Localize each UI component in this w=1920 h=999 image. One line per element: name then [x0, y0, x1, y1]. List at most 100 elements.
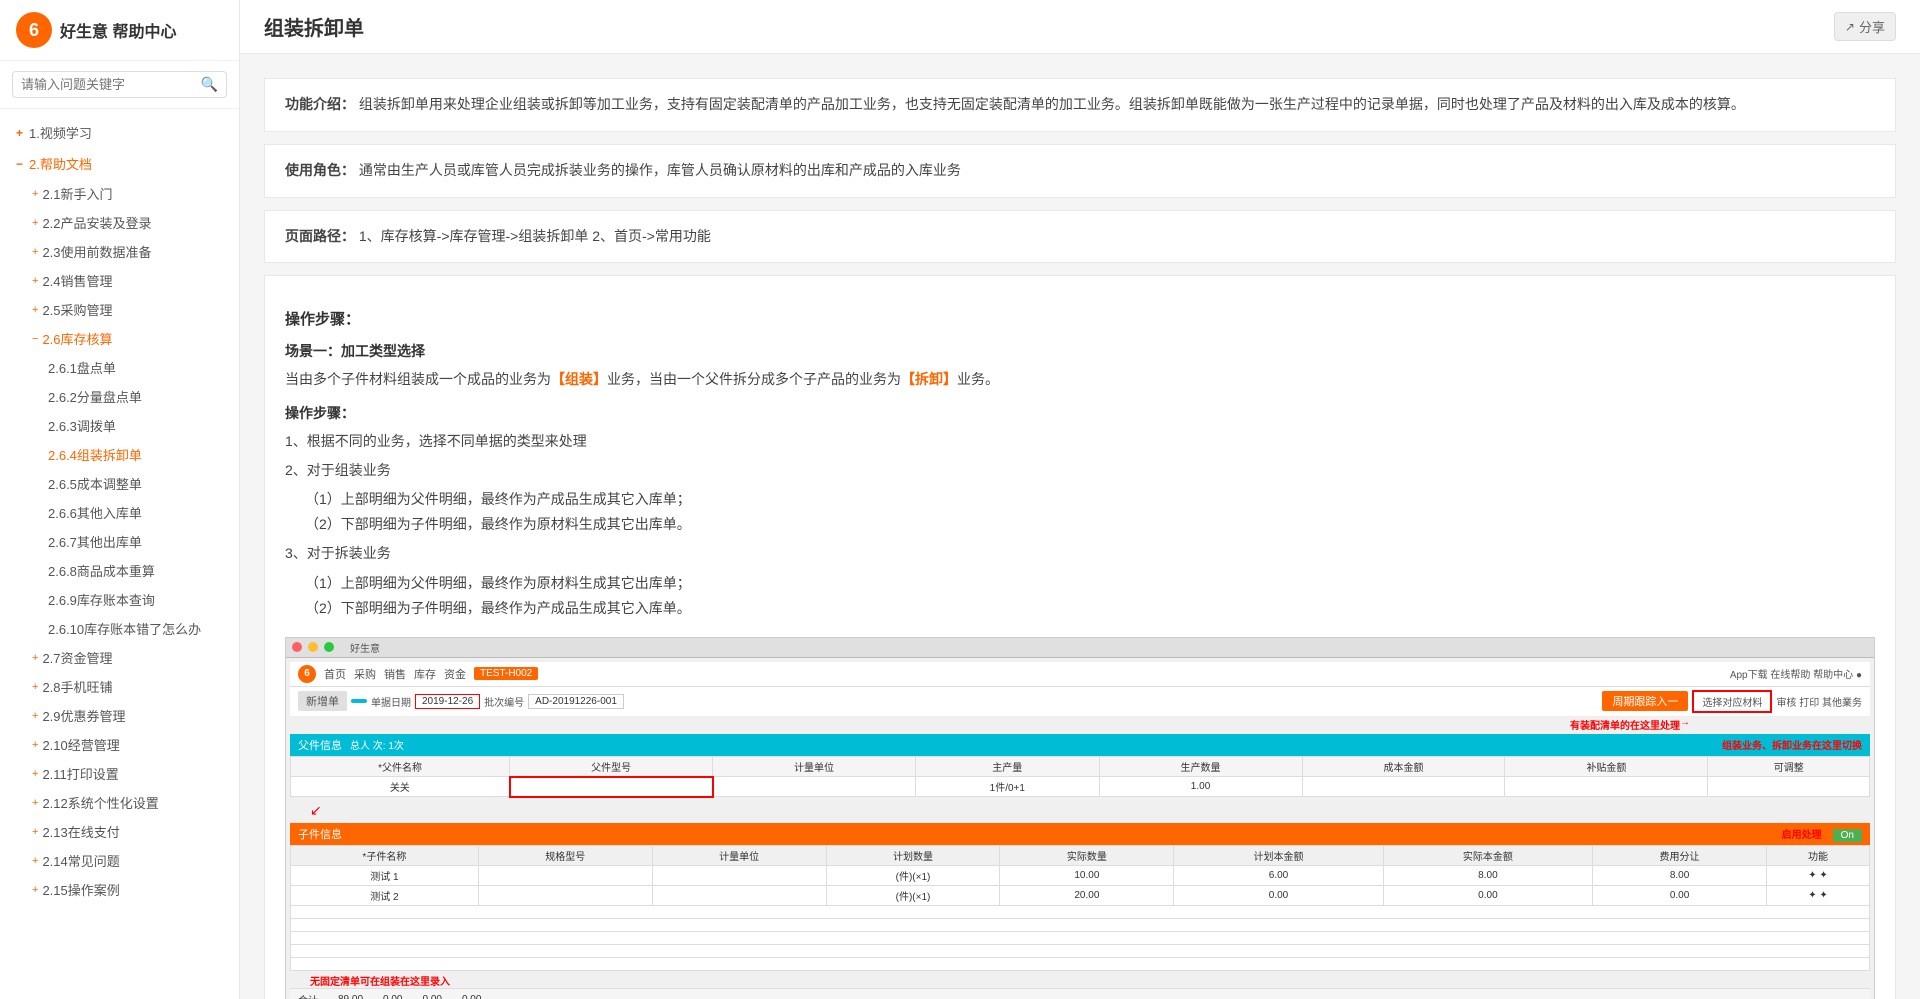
sidebar-item-docs-262[interactable]: 2.6.2分量盘点单	[0, 382, 239, 411]
upper-section-title: 父件信息	[298, 737, 342, 753]
annotation1-area: 有装配清单的在这里处理 →	[290, 717, 1690, 732]
footer-val3: 0.00	[423, 994, 442, 999]
upper-row1-col1: 关关	[291, 777, 510, 797]
sidebar-item-docs-261[interactable]: 2.6.1盘点单	[0, 353, 239, 382]
arrow3-icon: ↙	[310, 802, 322, 819]
lower-row1: 测试 1 (件)(×1) 10.00 6.00 8.00 8.00 ✦ ✦	[291, 865, 1870, 885]
upper-table: *父件名称 父件型号 计量单位 主产量 生产数量 成本金额 补贴金额 可调整	[290, 756, 1870, 798]
sidebar-item-docs-212[interactable]: + 2.12系统个性化设置	[0, 788, 239, 817]
expand-icon: +	[16, 126, 23, 140]
lower-th-3: 计量单位	[652, 845, 826, 865]
on-toggle[interactable]: On	[1833, 829, 1862, 842]
step2: 2、对于组装业务	[285, 458, 1875, 483]
sidebar-item-docs-267[interactable]: 2.6.7其他出库单	[0, 527, 239, 556]
upper-th-8: 可调整	[1708, 756, 1870, 777]
sidebar-item-docs-268[interactable]: 2.6.8商品成本重算	[0, 556, 239, 585]
sidebar-item-docs-25[interactable]: + 2.5采购管理	[0, 295, 239, 324]
annotation5-text: 无固定清单可在组装在这里录入	[310, 973, 1870, 988]
content-area: 功能介绍： 组装拆卸单用来处理企业组装或拆卸等加工业务，支持有固定装配清单的产品…	[240, 54, 1920, 999]
lr3-empty	[291, 905, 1870, 918]
path-text: 1、库存核算->库存管理->组装拆卸单 2、首页->常用功能	[359, 228, 711, 244]
share-icon: ↗	[1845, 20, 1855, 34]
lower-th-6: 计划本金额	[1174, 845, 1383, 865]
lr5-empty	[291, 931, 1870, 944]
sidebar-item-docs-263[interactable]: 2.6.3调拨单	[0, 411, 239, 440]
search-input[interactable]	[21, 77, 201, 92]
search-icon[interactable]: 🔍	[201, 76, 218, 93]
lr1-c2	[478, 865, 652, 885]
lower-th-9: 功能	[1767, 845, 1870, 865]
max-btn-icon	[324, 642, 334, 652]
orange-banner-btn[interactable]: 周期跟踪入一	[1602, 691, 1688, 711]
lr1-c3	[652, 865, 826, 885]
lr7-empty	[291, 957, 1870, 970]
share-button[interactable]: ↗ 分享	[1834, 12, 1896, 41]
scene1-desc: 当由多个子件材料组装成一个成品的业务为【组装】业务，当由一个父件拆分成多个子产品…	[285, 367, 1875, 392]
footer-val4: 0.00	[462, 994, 481, 999]
sidebar-item-docs-21[interactable]: + 2.1新手入门	[0, 179, 239, 208]
lower-row6	[291, 944, 1870, 957]
annotation3-text: 组装业务、拆卸业务在这里切换	[1722, 737, 1862, 752]
step2-sub2: （2）下部明细为子件明细，最终作为原材料生成其它出库单。	[305, 512, 1875, 537]
sidebar-item-docs-269[interactable]: 2.6.9库存账本查询	[0, 585, 239, 614]
step3: 3、对于拆装业务	[285, 541, 1875, 566]
app-topbar: 6 首页 采购 销售 库存 资金 TEST-H002 App下载 在线帮助 帮助…	[290, 662, 1870, 687]
sidebar-item-video[interactable]: + 1.视频学习	[0, 117, 239, 148]
arrow3-area: ↙	[310, 802, 322, 819]
sidebar-item-docs-27[interactable]: + 2.7资金管理	[0, 643, 239, 672]
sidebar-item-docs-29[interactable]: + 2.9优惠券管理	[0, 701, 239, 730]
sidebar-item-docs-266[interactable]: 2.6.6其他入库单	[0, 498, 239, 527]
sidebar-item-docs-22[interactable]: + 2.2产品安装及登录	[0, 208, 239, 237]
min-btn-icon	[308, 642, 318, 652]
app-menu-finance: 资金	[444, 666, 466, 682]
sidebar-item-docs-264[interactable]: 2.6.4组装拆卸单	[0, 440, 239, 469]
sidebar-item-docs-24[interactable]: + 2.4销售管理	[0, 266, 239, 295]
step2-sub1: （1）上部明细为父件明细，最终作为产成品生成其它入库单；	[305, 487, 1875, 512]
lower-th-1: *子件名称	[291, 845, 479, 865]
ops-title: 操作步骤：	[285, 308, 1875, 329]
upper-row1-col7	[1505, 777, 1708, 797]
sidebar-item-docs-28[interactable]: + 2.8手机旺铺	[0, 672, 239, 701]
upper-row1-col6	[1302, 777, 1505, 797]
text-assembly: 【组装】	[551, 371, 607, 387]
sidebar-item-docs-26[interactable]: − 2.6库存核算	[0, 324, 239, 353]
sidebar-item-docs-211[interactable]: + 2.11打印设置	[0, 759, 239, 788]
sidebar-item-docs[interactable]: − 2.帮助文档	[0, 148, 239, 179]
upper-row1-col2	[510, 777, 713, 797]
upper-section-qty: 总人 次: 1次	[350, 737, 404, 752]
app-second-bar: 新增单 单据日期 2019-12-26 批次编号 AD-20191226-001…	[290, 687, 1870, 717]
sidebar-item-docs-265[interactable]: 2.6.5成本调整单	[0, 469, 239, 498]
upper-section-header: 父件信息 总人 次: 1次 组装业务、拆卸业务在这里切换	[290, 734, 1870, 756]
sidebar-item-docs-214[interactable]: + 2.14常见问题	[0, 846, 239, 875]
upper-th-7: 补贴金额	[1505, 756, 1708, 777]
lr2-c2	[478, 885, 652, 905]
app-form-batch-label: 批次编号	[484, 694, 524, 709]
app-top-icons: App下载 在线帮助 帮助中心 ●	[1730, 666, 1862, 681]
nav-tree: + 1.视频学习 − 2.帮助文档 + 2.1新手入门 + 2.2产品安装及登录…	[0, 109, 239, 912]
search-wrap[interactable]: 🔍	[12, 71, 227, 98]
screenshot-mockup: 好生意 6 首页 采购 销售 库存 资金 TEST-H002 App下载 在线帮…	[285, 637, 1875, 999]
enable-btn[interactable]: 启用处理 On	[1782, 826, 1862, 841]
sidebar-item-docs-210[interactable]: + 2.10经营管理	[0, 730, 239, 759]
logo-icon: 6	[16, 12, 52, 48]
lower-th-7: 实际本金额	[1383, 845, 1592, 865]
lr1-c4: (件)(×1)	[826, 865, 1000, 885]
func-intro-text: 组装拆卸单用来处理企业组装或拆卸等加工业务，支持有固定装配清单的产品加工业务，也…	[359, 96, 1745, 112]
sidebar-item-docs-215[interactable]: + 2.15操作案例	[0, 875, 239, 904]
ops-steps-label: 操作步骤：	[285, 403, 1875, 423]
sidebar-item-docs-2610[interactable]: 2.6.10库存账本错了怎么办	[0, 614, 239, 643]
role-label: 使用角色：	[285, 162, 355, 178]
arrow1-icon: →	[1680, 717, 1690, 732]
app-logo-icon: 6	[298, 665, 316, 683]
app-tab-active[interactable]	[351, 699, 367, 703]
sidebar-item-docs-23[interactable]: + 2.3使用前数据准备	[0, 237, 239, 266]
annotation1-text: 有装配清单的在这里处理	[1570, 717, 1680, 732]
lr2-c7: 0.00	[1383, 885, 1592, 905]
app-select-material-btn[interactable]: 选择对应材料	[1692, 690, 1772, 713]
sidebar-item-docs-213[interactable]: + 2.13在线支付	[0, 817, 239, 846]
app-tab-new[interactable]: 新增单	[298, 691, 347, 711]
step3-sub2: （2）下部明细为子件明细，最终作为产成品生成其它入库单。	[305, 596, 1875, 621]
app-menu-sales: 销售	[384, 666, 406, 682]
scene1-title: 场景一：加工类型选择	[285, 341, 1875, 361]
annotation3-area: ↙	[310, 802, 1870, 819]
